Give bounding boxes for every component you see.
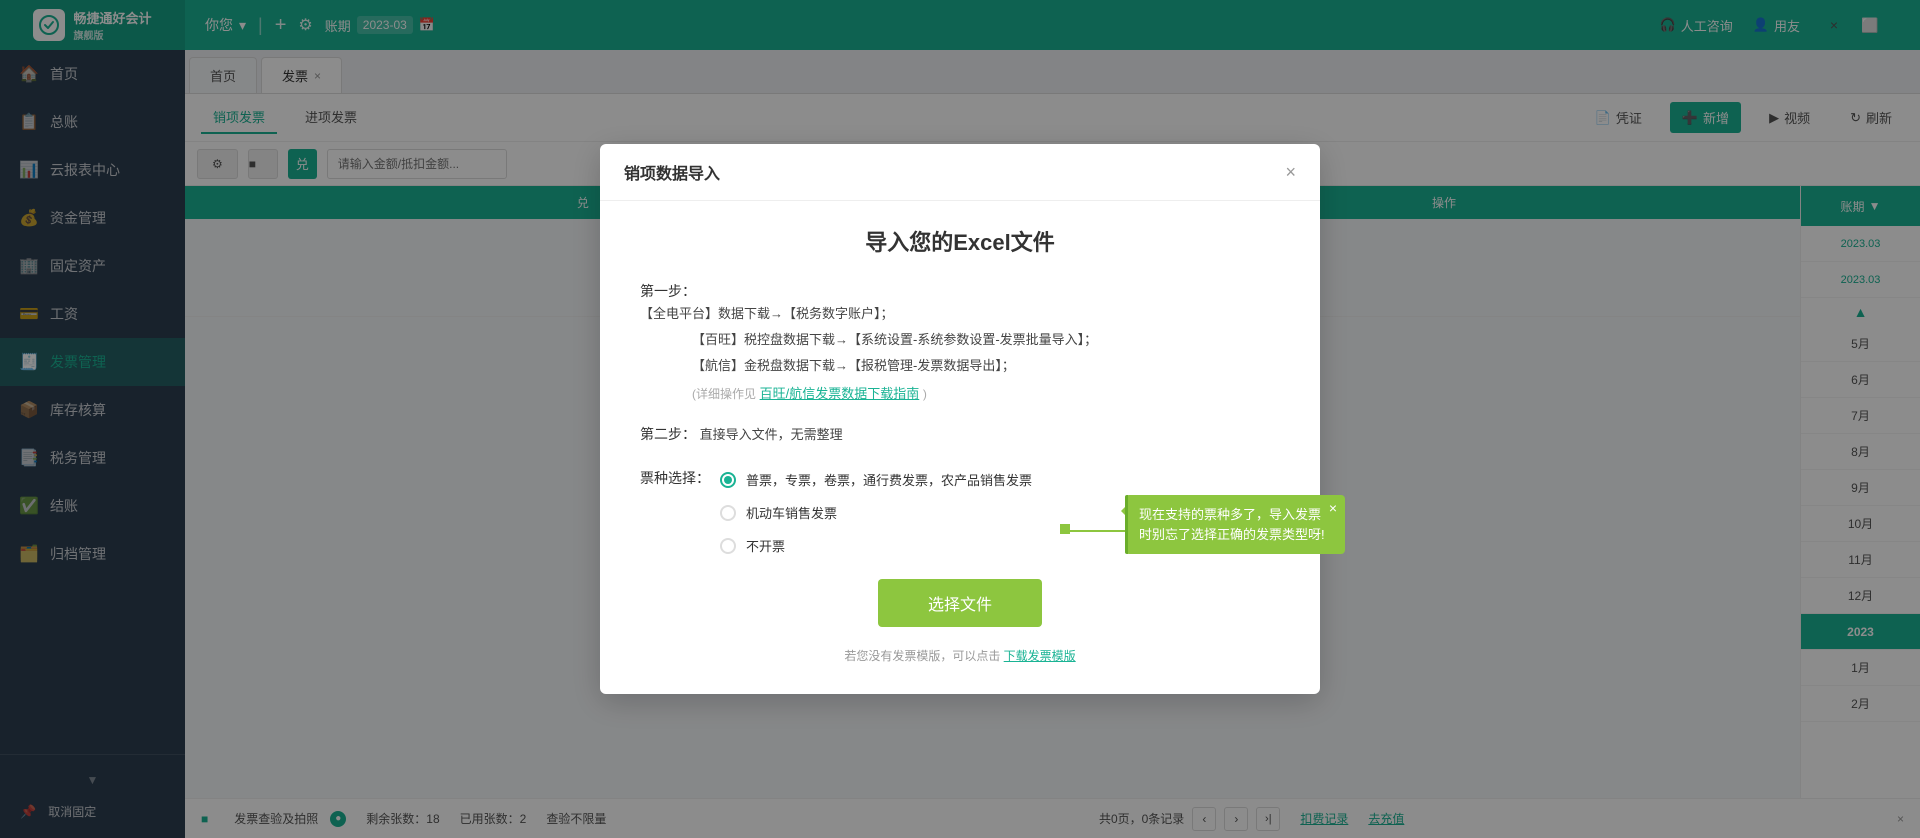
footer-note-prefix: 若您没有发票模版，可以点击	[844, 649, 1000, 663]
tooltip-box: × 现在支持的票种多了，导入发票时别忘了选择正确的发票类型呀!	[1125, 495, 1345, 554]
step1-line2: 【百旺】税控盘数据下载→【系统设置-系统参数设置-发票批量导入】；	[640, 327, 1097, 353]
modal-header: 销项数据导入 ×	[600, 144, 1320, 201]
import-modal: 销项数据导入 × 导入您的Excel文件 第一步： 【全电平台】数据下载→【税务…	[600, 144, 1320, 694]
radio-common[interactable]: 普票，专票，卷票，通行费发票，农产品销售发票	[720, 470, 1280, 489]
radio-common-label: 普票，专票，卷票，通行费发票，农产品销售发票	[746, 470, 1032, 489]
step1-line1: 【全电平台】数据下载→【税务数字账户】；	[640, 306, 894, 321]
modal-footer-note: 若您没有发票模版，可以点击 下载发票模版	[640, 647, 1280, 664]
modal-close-button[interactable]: ×	[1285, 163, 1296, 181]
step1-section: 第一步： 【全电平台】数据下载→【税务数字账户】； 【百旺】税控盘数据下载→【系…	[640, 281, 1280, 402]
step1-line3: 【航信】金税盘数据下载→【报税管理-发票数据导出】；	[640, 353, 1015, 379]
tooltip-text: 现在支持的票种多了，导入发票时别忘了选择正确的发票类型呀!	[1139, 507, 1325, 542]
step1-content: 【全电平台】数据下载→【税务数字账户】； 【百旺】税控盘数据下载→【系统设置-系…	[640, 301, 1280, 379]
tooltip-bar	[1125, 495, 1128, 554]
step2-content: 直接导入文件，无需整理	[700, 427, 843, 442]
radio-group: 普票，专票，卷票，通行费发票，农产品销售发票 机动车销售发票 ×	[720, 470, 1280, 555]
step1-note-link[interactable]: 百旺/航信发票数据下载指南	[760, 386, 920, 401]
modal-body: 导入您的Excel文件 第一步： 【全电平台】数据下载→【税务数字账户】； 【百…	[600, 201, 1320, 694]
step2-label: 第二步：	[640, 426, 696, 442]
tooltip-close-button[interactable]: ×	[1329, 501, 1337, 515]
ticket-label: 票种选择：	[640, 470, 710, 486]
step2-section: 第二步： 直接导入文件，无需整理	[640, 422, 1280, 448]
tooltip-dot	[1060, 524, 1070, 534]
download-template-link[interactable]: 下载发票模版	[1004, 649, 1076, 663]
radio-noinvoice-label: 不开票	[746, 536, 785, 555]
step1-note-suffix: )	[923, 387, 927, 401]
step1-note: (详细操作见 百旺/航信发票数据下载指南 )	[640, 383, 1280, 402]
radio-motor[interactable]: 机动车销售发票 × 现在支持的票种多了，导入发票时别忘了选择正确的发票类型呀!	[720, 503, 1280, 522]
radio-motor-circle	[720, 505, 736, 521]
radio-noinvoice-circle	[720, 538, 736, 554]
radio-common-circle	[720, 472, 736, 488]
tooltip-wrapper: × 现在支持的票种多了，导入发票时别忘了选择正确的发票类型呀!	[1060, 495, 1345, 554]
step1-label: 第一步：	[640, 283, 696, 299]
modal-title: 销项数据导入	[624, 160, 720, 184]
select-file-button[interactable]: 选择文件	[878, 579, 1042, 627]
radio-common-dot	[724, 476, 732, 484]
step1-note-prefix: (详细操作见	[692, 387, 756, 401]
radio-motor-label: 机动车销售发票	[746, 503, 837, 522]
modal-main-title: 导入您的Excel文件	[640, 225, 1280, 257]
tooltip-line	[1070, 530, 1125, 532]
modal-overlay: 销项数据导入 × 导入您的Excel文件 第一步： 【全电平台】数据下载→【税务…	[0, 0, 1920, 838]
ticket-section: 票种选择： 普票，专票，卷票，通行费发票，农产品销售发票 机动车销售发票	[640, 468, 1280, 555]
